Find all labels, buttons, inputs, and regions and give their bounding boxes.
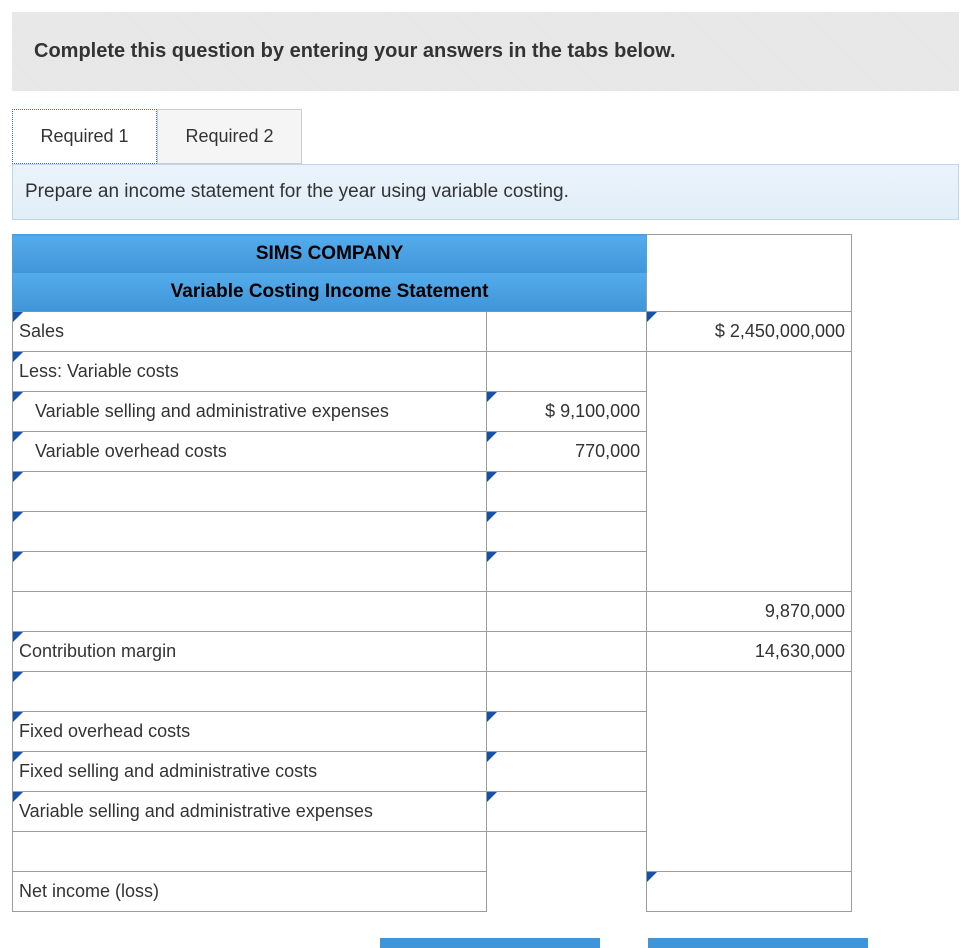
row-blank1-label[interactable]: [13, 472, 487, 512]
row-sales-col2[interactable]: [487, 312, 647, 352]
row-blank5-col2: [487, 832, 647, 872]
row-ni-col2: [487, 872, 647, 912]
row-ni-label[interactable]: Net income (loss): [13, 872, 487, 912]
row-voc-amount[interactable]: 770,000: [487, 432, 647, 472]
row-sales-label[interactable]: Sales: [13, 312, 487, 352]
row-fsa-label[interactable]: Fixed selling and administrative costs: [13, 752, 487, 792]
row-blank2-col2[interactable]: [487, 512, 647, 552]
row-subtotal-amount[interactable]: 9,870,000: [647, 592, 852, 632]
row-blank4-label[interactable]: [13, 672, 487, 712]
row-cm-col2[interactable]: [487, 632, 647, 672]
row-vsa2-col3: [647, 792, 852, 832]
tab-required-2[interactable]: Required 2: [157, 109, 302, 164]
row-less-variable-col2: [487, 352, 647, 392]
nav-button-prev[interactable]: [380, 938, 600, 948]
row-less-variable[interactable]: Less: Variable costs: [13, 352, 487, 392]
row-blank5-col3: [647, 832, 852, 872]
row-vsa-label[interactable]: Variable selling and administrative expe…: [13, 392, 487, 432]
row-vsa2-label[interactable]: Variable selling and administrative expe…: [13, 792, 487, 832]
row-blank3-label[interactable]: [13, 552, 487, 592]
tab-required-1[interactable]: Required 1: [12, 109, 157, 164]
row-cm-amount[interactable]: 14,630,000: [647, 632, 852, 672]
row-foc-col3: [647, 712, 852, 752]
row-cm-label[interactable]: Contribution margin: [13, 632, 487, 672]
worksheet: SIMS COMPANY Variable Costing Income Sta…: [12, 234, 852, 912]
question-prompt: Prepare an income statement for the year…: [12, 164, 959, 220]
row-voc-label[interactable]: Variable overhead costs: [13, 432, 487, 472]
row-fsa-col3: [647, 752, 852, 792]
income-statement-table: SIMS COMPANY Variable Costing Income Sta…: [12, 234, 852, 912]
row-blank3-col2[interactable]: [487, 552, 647, 592]
tabs: Required 1 Required 2: [12, 109, 971, 164]
row-fsa-amount[interactable]: [487, 752, 647, 792]
nav-button-next[interactable]: [648, 938, 868, 948]
statement-title: Variable Costing Income Statement: [13, 273, 647, 312]
row-vsa-amount[interactable]: $ 9,100,000: [487, 392, 647, 432]
row-blank4-col3: [647, 672, 852, 712]
row-blank5-label[interactable]: [13, 832, 487, 872]
row-blank4-col2: [487, 672, 647, 712]
row-blank1-col2[interactable]: [487, 472, 647, 512]
row-voc-col3: [647, 432, 852, 472]
row-sales-amount[interactable]: $ 2,450,000,000: [647, 312, 852, 352]
row-blank3-col3: [647, 552, 852, 592]
row-foc-label[interactable]: Fixed overhead costs: [13, 712, 487, 752]
row-less-variable-col3: [647, 352, 852, 392]
row-blank2-col3: [647, 512, 852, 552]
row-blank2-label[interactable]: [13, 512, 487, 552]
row-blank1-col3: [647, 472, 852, 512]
company-header: SIMS COMPANY: [13, 235, 647, 274]
row-vsa-col3: [647, 392, 852, 432]
row-vsa2-amount[interactable]: [487, 792, 647, 832]
instruction-banner: Complete this question by entering your …: [12, 12, 959, 91]
row-subtotal-col2[interactable]: [487, 592, 647, 632]
row-subtotal-label[interactable]: [13, 592, 487, 632]
row-ni-amount[interactable]: [647, 872, 852, 912]
row-foc-amount[interactable]: [487, 712, 647, 752]
